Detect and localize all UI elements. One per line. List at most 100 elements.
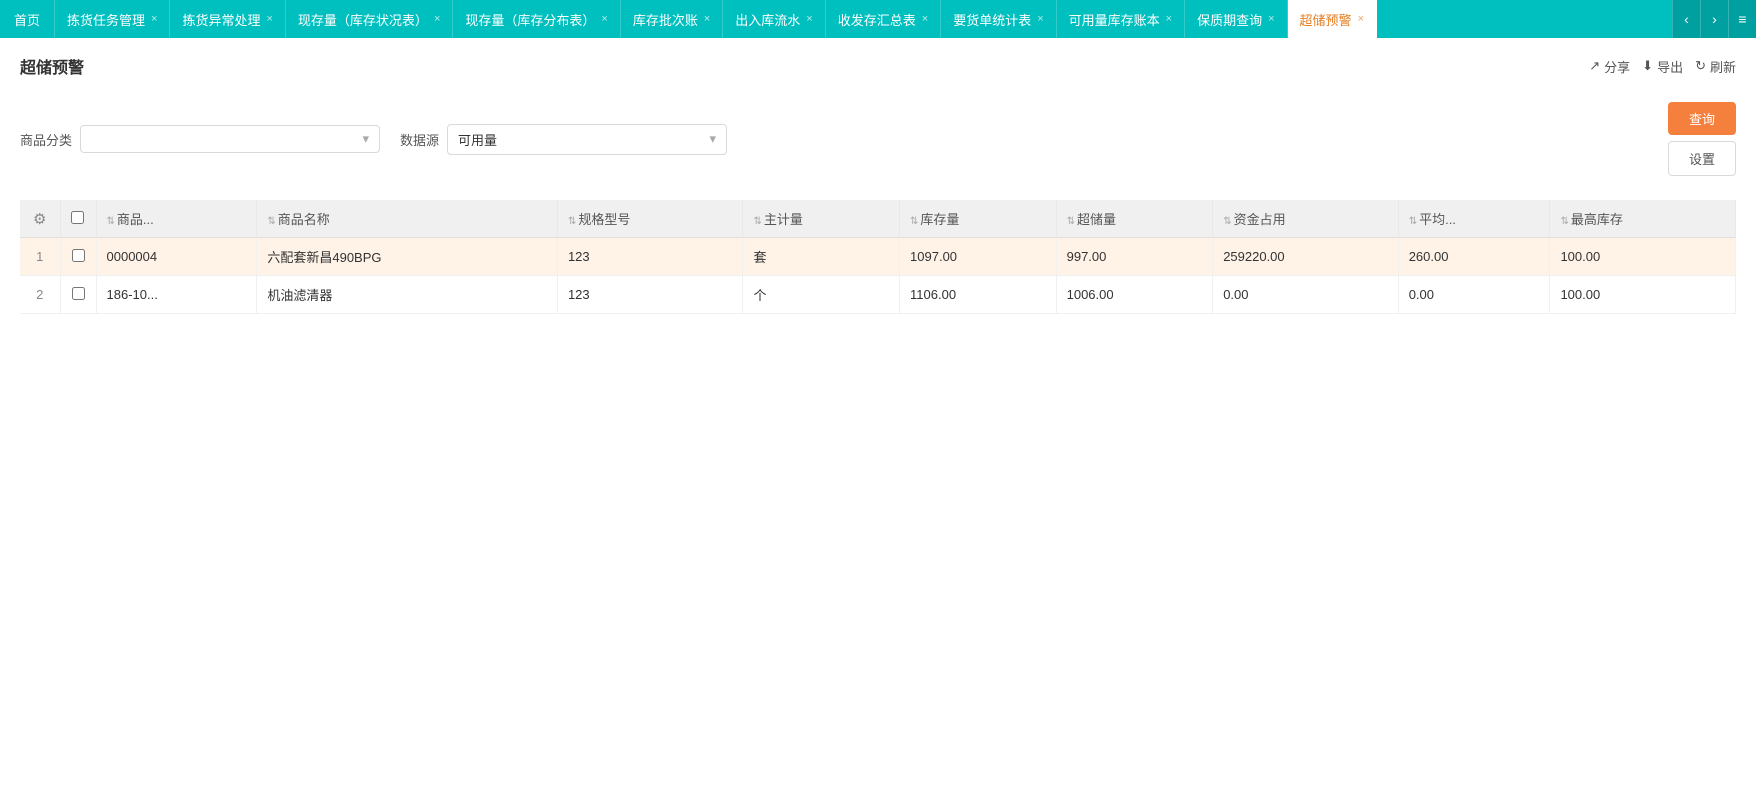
- tab-label: 要货单统计表: [953, 10, 1031, 29]
- col-settings: ⚙: [20, 200, 60, 238]
- tab-close-icon[interactable]: ×: [704, 13, 710, 25]
- page-actions: ↗ 分享 ⬇ 导出 ↻ 刷新: [1589, 57, 1736, 76]
- row-capital: 0.00: [1213, 276, 1399, 314]
- nav-arrows: ‹ › ≡: [1672, 0, 1756, 38]
- filter-bar: 商品分类 ▾ 数据源 可用量 ▾ 查询 设置: [20, 94, 1736, 184]
- row-number: 2: [20, 276, 60, 314]
- page-content: 超储预警 ↗ 分享 ⬇ 导出 ↻ 刷新 商品分类 ▾ 数据源: [0, 38, 1756, 800]
- sort-icon-spec: ⇅: [568, 216, 576, 227]
- tab-label: 出入库流水: [735, 10, 800, 29]
- row-overflow: 1006.00: [1056, 276, 1213, 314]
- row-name: 机油滤清器: [257, 276, 558, 314]
- table-body: 1 0000004 六配套新昌490BPG 123 套 1097.00 997.…: [20, 238, 1736, 314]
- row-code: 186-10...: [96, 276, 257, 314]
- export-label: 导出: [1657, 57, 1683, 76]
- settings-button[interactable]: 设置: [1668, 141, 1736, 176]
- filter-buttons: 查询 设置: [1668, 102, 1736, 176]
- refresh-label: 刷新: [1710, 57, 1736, 76]
- tab-label: 可用量库存账本: [1069, 10, 1160, 29]
- col-spec-header: ⇅规格型号: [557, 200, 743, 238]
- tab-label: 库存批次账: [633, 10, 698, 29]
- col-maxstock-header: ⇅最高库存: [1550, 200, 1736, 238]
- export-button[interactable]: ⬇ 导出: [1642, 57, 1683, 76]
- tab-close-icon[interactable]: ×: [922, 13, 928, 25]
- category-label: 商品分类: [20, 130, 72, 149]
- nav-tab-tab-7[interactable]: 收发存汇总表 ×: [826, 0, 941, 38]
- col-capital-header: ⇅资金占用: [1213, 200, 1399, 238]
- tab-label: 现存量（库存状况表）: [298, 10, 428, 29]
- nav-next-button[interactable]: ›: [1700, 0, 1728, 38]
- tab-label: 拣货任务管理: [67, 10, 145, 29]
- sort-icon-name: ⇅: [267, 216, 275, 227]
- tab-close-icon[interactable]: ×: [1037, 13, 1043, 25]
- nav-tab-tab-11[interactable]: 超储预警 ×: [1288, 0, 1377, 38]
- tab-label: 现存量（库存分布表）: [465, 10, 595, 29]
- export-icon: ⬇: [1642, 58, 1653, 74]
- tab-label: 收发存汇总表: [838, 10, 916, 29]
- tab-close-icon[interactable]: ×: [806, 13, 812, 25]
- tab-close-icon[interactable]: ×: [1166, 13, 1172, 25]
- col-avg-header: ⇅平均...: [1398, 200, 1550, 238]
- nav-tab-tab-6[interactable]: 出入库流水 ×: [723, 0, 825, 38]
- row-spec: 123: [557, 238, 743, 276]
- row-unit: 个: [743, 276, 900, 314]
- nav-prev-button[interactable]: ‹: [1672, 0, 1700, 38]
- page-header: 超储预警 ↗ 分享 ⬇ 导出 ↻ 刷新: [20, 54, 1736, 78]
- sort-icon: ⇅: [107, 216, 115, 227]
- share-button[interactable]: ↗ 分享: [1589, 57, 1630, 76]
- top-navigation: 首页 拣货任务管理×拣货异常处理×现存量（库存状况表）×现存量（库存分布表）×库…: [0, 0, 1756, 38]
- row-number: 1: [20, 238, 60, 276]
- tab-label: 超储预警: [1300, 10, 1352, 29]
- select-all-checkbox[interactable]: [71, 211, 84, 224]
- row-stock: 1106.00: [900, 276, 1057, 314]
- row-stock: 1097.00: [900, 238, 1057, 276]
- nav-tab-tab-1[interactable]: 拣货任务管理 ×: [55, 0, 170, 38]
- sort-icon-avg: ⇅: [1409, 216, 1417, 227]
- refresh-icon: ↻: [1695, 58, 1706, 74]
- tab-close-icon[interactable]: ×: [266, 13, 272, 25]
- share-icon: ↗: [1589, 58, 1600, 74]
- col-name-header: ⇅商品名称: [257, 200, 558, 238]
- row-capital: 259220.00: [1213, 238, 1399, 276]
- row-checkbox[interactable]: [72, 287, 85, 300]
- page-title: 超储预警: [20, 54, 84, 78]
- col-overflow-header: ⇅超储量: [1056, 200, 1213, 238]
- row-overflow: 997.00: [1056, 238, 1213, 276]
- tab-close-icon[interactable]: ×: [151, 13, 157, 25]
- sort-icon-unit: ⇅: [753, 216, 761, 227]
- data-table: ⚙ ⇅商品... ⇅商品名称 ⇅规格型号 ⇅主计量 ⇅库存量: [20, 200, 1736, 314]
- nav-tab-tab-5[interactable]: 库存批次账 ×: [621, 0, 723, 38]
- nav-home[interactable]: 首页: [0, 0, 55, 38]
- row-avg: 0.00: [1398, 276, 1550, 314]
- category-chevron-icon: ▾: [362, 131, 369, 147]
- category-select[interactable]: ▾: [80, 125, 380, 153]
- tab-label: 拣货异常处理: [182, 10, 260, 29]
- nav-tab-tab-4[interactable]: 现存量（库存分布表） ×: [453, 0, 620, 38]
- row-checkbox[interactable]: [72, 249, 85, 262]
- sort-icon-capital: ⇅: [1223, 216, 1231, 227]
- row-maxstock: 100.00: [1550, 276, 1736, 314]
- refresh-button[interactable]: ↻ 刷新: [1695, 57, 1736, 76]
- query-button[interactable]: 查询: [1668, 102, 1736, 135]
- datasource-chevron-icon: ▾: [710, 131, 717, 147]
- nav-tab-tab-3[interactable]: 现存量（库存状况表） ×: [286, 0, 453, 38]
- nav-tab-tab-2[interactable]: 拣货异常处理 ×: [170, 0, 285, 38]
- datasource-label: 数据源: [400, 130, 439, 149]
- tab-close-icon[interactable]: ×: [1268, 13, 1274, 25]
- datasource-select[interactable]: 可用量 ▾: [447, 124, 727, 155]
- row-spec: 123: [557, 276, 743, 314]
- nav-tab-tab-8[interactable]: 要货单统计表 ×: [941, 0, 1056, 38]
- gear-icon[interactable]: ⚙: [30, 210, 50, 228]
- table-row: 1 0000004 六配套新昌490BPG 123 套 1097.00 997.…: [20, 238, 1736, 276]
- nav-tab-tab-10[interactable]: 保质期查询×: [1185, 0, 1287, 38]
- datasource-value: 可用量: [458, 130, 497, 149]
- table-header: ⚙ ⇅商品... ⇅商品名称 ⇅规格型号 ⇅主计量 ⇅库存量: [20, 200, 1736, 238]
- nav-tab-tab-9[interactable]: 可用量库存账本 ×: [1057, 0, 1185, 38]
- tab-close-icon[interactable]: ×: [1358, 13, 1364, 25]
- sort-icon-stock: ⇅: [910, 216, 918, 227]
- tab-close-icon[interactable]: ×: [434, 13, 440, 25]
- row-avg: 260.00: [1398, 238, 1550, 276]
- tab-close-icon[interactable]: ×: [601, 13, 607, 25]
- nav-menu-button[interactable]: ≡: [1728, 0, 1756, 38]
- col-stock-header: ⇅库存量: [900, 200, 1057, 238]
